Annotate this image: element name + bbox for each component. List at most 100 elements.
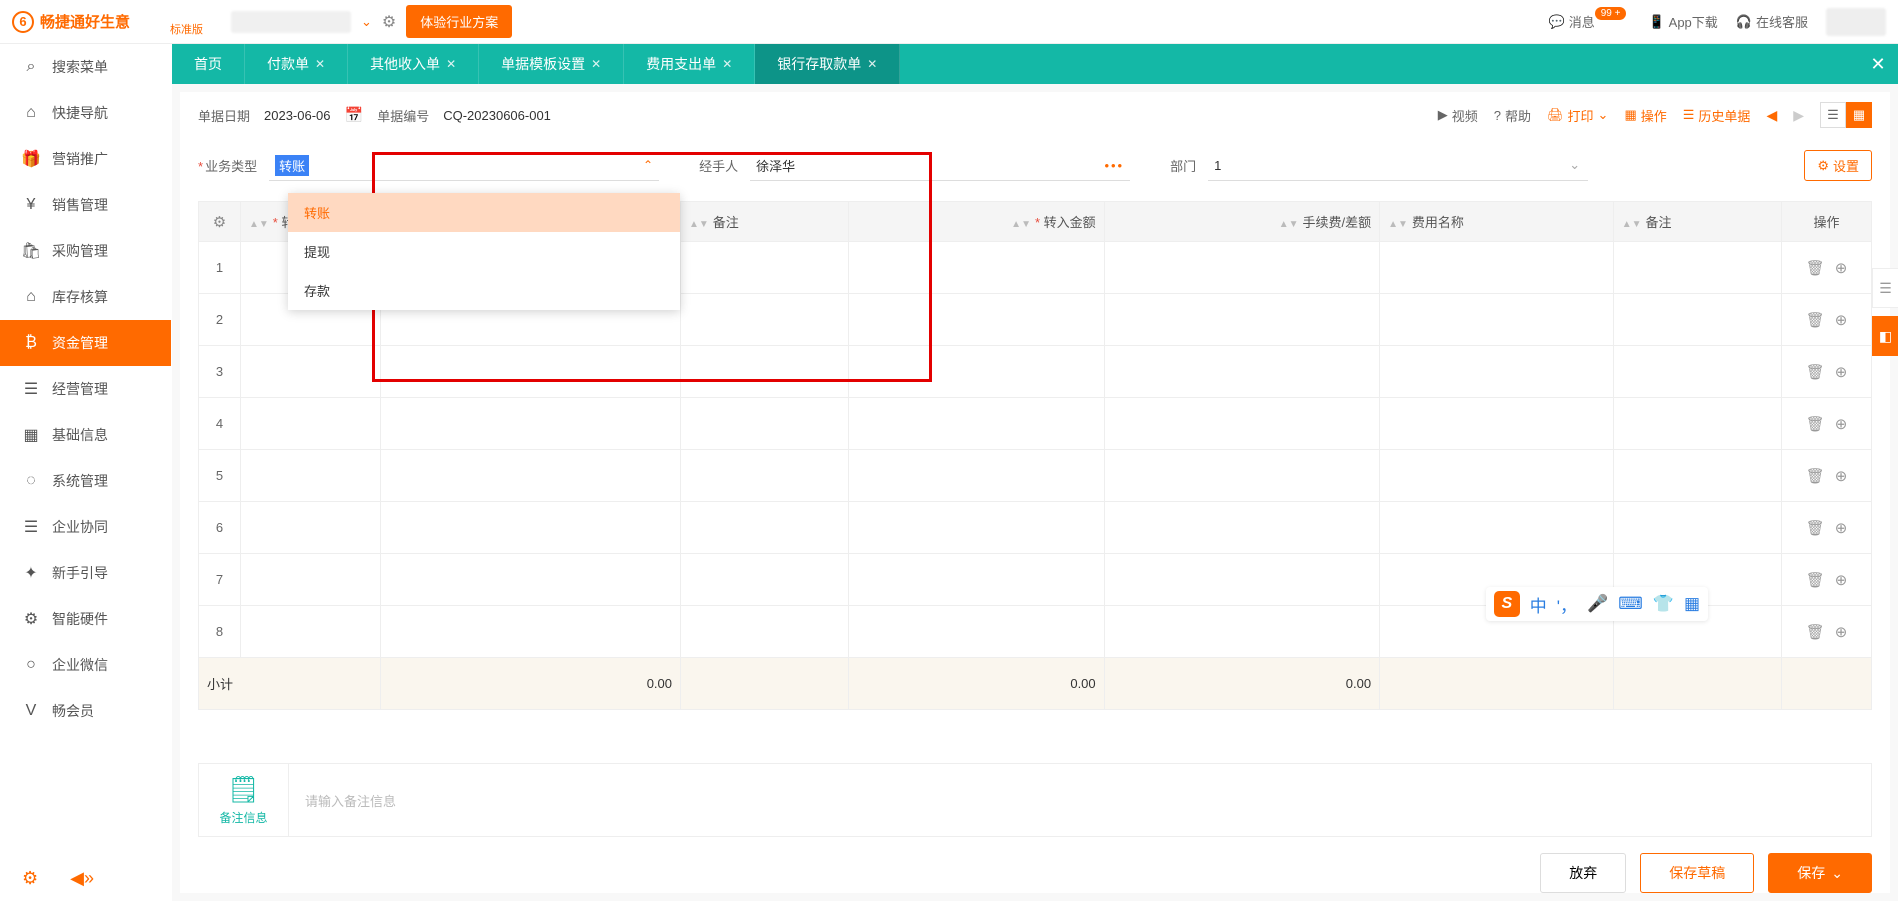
close-icon[interactable]: ✕	[722, 57, 732, 71]
sidebar-item-label: 采购管理	[52, 241, 108, 261]
sidebar-collab[interactable]: ☰企业协同	[0, 504, 171, 550]
tab-付款单[interactable]: 付款单✕	[245, 44, 348, 84]
sidebar-inventory[interactable]: ⌂库存核算	[0, 274, 171, 320]
sidebar-item-label: 系统管理	[52, 471, 108, 491]
ime-toolbox-icon[interactable]: ▦	[1684, 594, 1700, 614]
discard-button[interactable]: 放弃	[1540, 853, 1626, 893]
view-list-button[interactable]: ☰	[1820, 102, 1846, 128]
settings-button[interactable]: ⚙设置	[1804, 150, 1872, 181]
sidebar-sales[interactable]: ¥销售管理	[0, 182, 171, 228]
sidebar-hardware-icon: ⚙	[22, 610, 40, 628]
delete-icon[interactable]: 🗑	[1806, 623, 1825, 641]
biztype-field: *业务类型 转账 ⌃ 转账提现存款	[198, 151, 659, 181]
history-button[interactable]: ☰历史单据	[1683, 106, 1751, 125]
sidebar-member[interactable]: V畅会员	[0, 688, 171, 734]
dept-input[interactable]: 1 ⌄	[1208, 151, 1588, 181]
table-row[interactable]: 4🗑⊕	[199, 398, 1872, 450]
delete-icon[interactable]: 🗑	[1806, 311, 1825, 329]
sidebar-system[interactable]: ◌系统管理	[0, 458, 171, 504]
add-icon[interactable]: ⊕	[1835, 363, 1848, 381]
delete-icon[interactable]: 🗑	[1806, 467, 1825, 485]
tab-其他收入单[interactable]: 其他收入单 ✕	[348, 44, 479, 84]
add-icon[interactable]: ⊕	[1835, 467, 1848, 485]
sidebar-funds[interactable]: ₿资金管理	[0, 320, 171, 366]
sidebar-hardware[interactable]: ⚙智能硬件	[0, 596, 171, 642]
delete-icon[interactable]: 🗑	[1806, 571, 1825, 589]
save-button[interactable]: 保存⌄	[1768, 853, 1872, 893]
trial-button[interactable]: 体验行业方案	[406, 5, 512, 38]
ime-lang[interactable]: 中	[1530, 592, 1547, 617]
video-button[interactable]: ▶视频	[1438, 106, 1478, 125]
calendar-icon[interactable]: 📅	[345, 106, 364, 124]
handler-more-icon[interactable]: •••	[1104, 158, 1124, 173]
handler-input[interactable]: 徐泽华 •••	[750, 151, 1130, 181]
tab-单据模板设置[interactable]: 单据模板设置✕	[479, 44, 624, 84]
delete-icon[interactable]: 🗑	[1806, 363, 1825, 381]
chevron-down-icon: ⌄	[1598, 107, 1609, 123]
help-button[interactable]: ?帮助	[1494, 106, 1531, 125]
org-gear-icon[interactable]: ⚙	[382, 12, 396, 32]
ime-toolbar[interactable]: S 中 '， 🎤 ⌨ 👕 ▦	[1486, 587, 1708, 621]
messages-button[interactable]: 💬 消息 99 +	[1549, 12, 1631, 31]
operate-button[interactable]: ▦操作	[1624, 106, 1666, 125]
biztype-option[interactable]: 提现	[288, 232, 680, 271]
sidebar-operation[interactable]: ☰经营管理	[0, 366, 171, 412]
dept-value: 1	[1214, 158, 1221, 173]
save-draft-button[interactable]: 保存草稿	[1640, 853, 1754, 893]
add-icon[interactable]: ⊕	[1835, 623, 1848, 641]
add-icon[interactable]: ⊕	[1835, 519, 1848, 537]
delete-icon[interactable]: 🗑	[1806, 519, 1825, 537]
date-value[interactable]: 2023-06-06	[264, 108, 331, 123]
rail-button-2[interactable]: ◧	[1872, 316, 1898, 356]
close-icon[interactable]: ✕	[315, 57, 325, 71]
sidebar-collapse-icon[interactable]: ◀»	[70, 868, 94, 889]
close-icon[interactable]: ✕	[867, 57, 877, 71]
sidebar-search[interactable]: ⌕搜索菜单	[0, 44, 171, 90]
prev-arrow-icon[interactable]: ◀	[1766, 107, 1777, 124]
ime-punct-icon[interactable]: '，	[1557, 592, 1577, 617]
ime-skin-icon[interactable]: 👕	[1653, 594, 1674, 614]
tab-费用支出单[interactable]: 费用支出单✕	[624, 44, 755, 84]
ime-keyboard-icon[interactable]: ⌨	[1618, 594, 1643, 614]
sidebar-basic[interactable]: ▦基础信息	[0, 412, 171, 458]
sidebar-marketing[interactable]: 🎁营销推广	[0, 136, 171, 182]
row-index: 2	[199, 294, 241, 346]
tab-首页[interactable]: 首页	[172, 44, 245, 84]
tab-label: 其他收入单	[370, 54, 440, 74]
close-all-tabs-button[interactable]: ✕	[1858, 44, 1898, 84]
biztype-option[interactable]: 存款	[288, 271, 680, 310]
remark-input[interactable]: 请输入备注信息	[289, 791, 1871, 810]
ime-mic-icon[interactable]: 🎤	[1587, 594, 1608, 614]
biztype-select[interactable]: 转账 ⌃	[269, 151, 659, 181]
sidebar-wechat[interactable]: ○企业微信	[0, 642, 171, 688]
table-row[interactable]: 6🗑⊕	[199, 502, 1872, 554]
view-grid-button[interactable]: ▦	[1846, 102, 1872, 128]
add-icon[interactable]: ⊕	[1835, 259, 1848, 277]
delete-icon[interactable]: 🗑	[1806, 259, 1825, 277]
sidebar-purchase[interactable]: 🛍采购管理	[0, 228, 171, 274]
sidebar-settings-icon[interactable]: ⚙	[22, 868, 38, 889]
sidebar-quicknav[interactable]: ⌂快捷导航	[0, 90, 171, 136]
add-icon[interactable]: ⊕	[1835, 571, 1848, 589]
table-row[interactable]: 3🗑⊕	[199, 346, 1872, 398]
table-config-icon[interactable]: ⚙	[199, 202, 241, 242]
dept-chevron-icon[interactable]: ⌄	[1569, 157, 1582, 173]
tab-银行存取款单[interactable]: 银行存取款单✕	[755, 44, 900, 84]
print-button[interactable]: 🖨打印 ⌄	[1547, 106, 1608, 125]
add-icon[interactable]: ⊕	[1835, 311, 1848, 329]
close-icon[interactable]: ✕	[446, 57, 456, 71]
avatar-blurred[interactable]	[1826, 8, 1886, 36]
app-download-button[interactable]: 📱 App下载	[1648, 12, 1717, 31]
service-button[interactable]: 🎧 在线客服	[1736, 12, 1808, 31]
add-icon[interactable]: ⊕	[1835, 415, 1848, 433]
sidebar-guide[interactable]: ✦新手引导	[0, 550, 171, 596]
org-chevron-icon[interactable]: ⌄	[361, 14, 372, 30]
table-row[interactable]: 5🗑⊕	[199, 450, 1872, 502]
biztype-option[interactable]: 转账	[288, 193, 680, 232]
close-icon[interactable]: ✕	[591, 57, 601, 71]
next-arrow-icon[interactable]: ▶	[1793, 107, 1804, 124]
delete-icon[interactable]: 🗑	[1806, 415, 1825, 433]
sidebar-inventory-icon: ⌂	[22, 288, 40, 306]
rail-button-1[interactable]: ☰	[1872, 268, 1898, 308]
sidebar-search-icon: ⌕	[22, 58, 40, 76]
